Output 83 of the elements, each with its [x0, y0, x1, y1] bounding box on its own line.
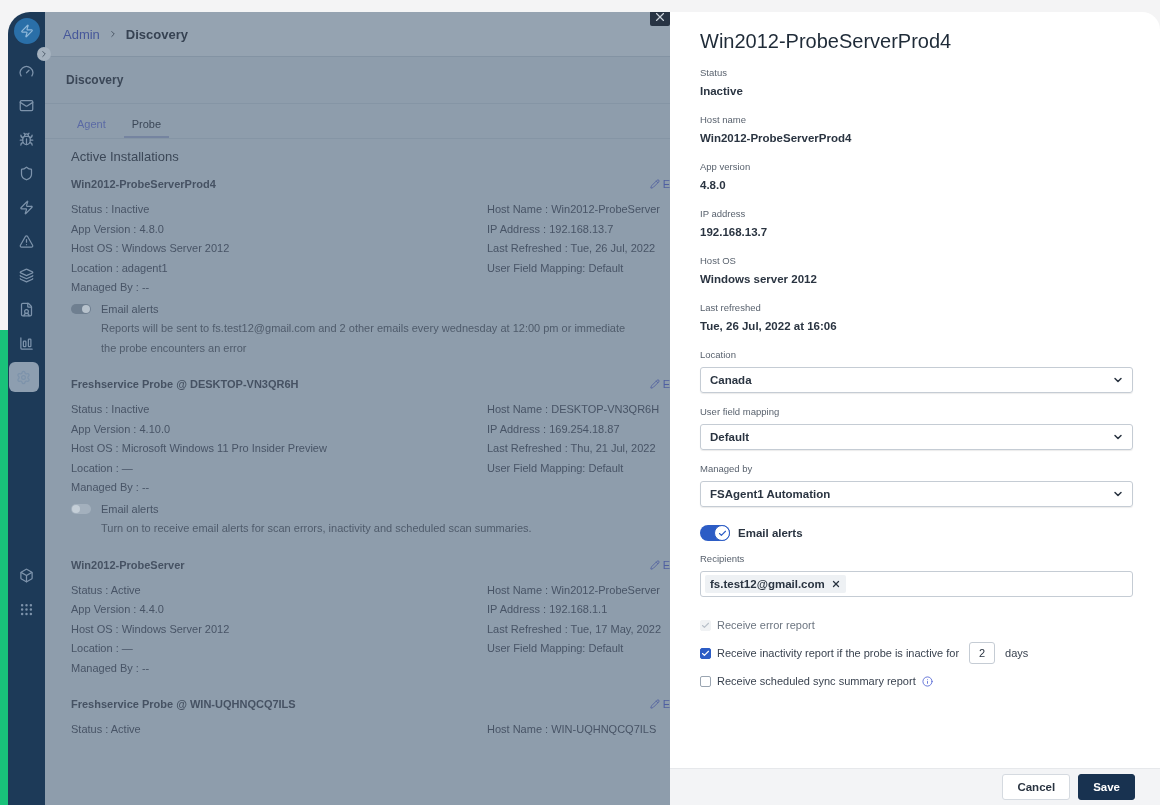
field-value: Tue, 26 Jul, 2022 at 16:06: [700, 320, 838, 332]
installation-name: Win2012-ProbeServerProd4: [71, 178, 216, 190]
checkbox-label: Receive error report: [717, 619, 815, 631]
detail-text: Location : —: [71, 641, 134, 656]
checkbox[interactable]: [700, 675, 711, 687]
save-button[interactable]: Save: [1078, 774, 1135, 800]
field-label: App version: [700, 161, 752, 172]
installation-name: Win2012-ProbeServer: [71, 558, 185, 571]
detail-text: Host Name : Win2012-ProbeServer: [487, 582, 661, 598]
check-icon: [717, 528, 727, 538]
field-value: Win2012-ProbeServerProd4: [700, 132, 853, 144]
email-chip: fs.test12@gmail.com: [705, 575, 846, 593]
field-value: 192.168.13.7: [700, 226, 769, 238]
checkbox-label: Receive inactivity report if the probe is inactive for: [717, 647, 960, 659]
alert-note: Reports will be sent to fs.test12@gmail.com and 2 other emails every wednesday at 12:00 pm or immediate the probe encounters an error: [100, 321, 627, 356]
detail-text: Status : Active: [71, 582, 142, 598]
field-label: Host OS: [700, 255, 737, 266]
toggle-label: Email alerts: [101, 301, 159, 317]
checkbox[interactable]: [700, 647, 711, 659]
field-value: Inactive: [700, 85, 744, 97]
detail-text: Last Refreshed : Tue, 17 May, 2022: [487, 621, 663, 637]
field-label: IP address: [700, 208, 747, 219]
checkbox-label: Receive scheduled sync summary report: [717, 675, 916, 687]
page-title: Discovery: [66, 73, 124, 87]
expand-icon[interactable]: [37, 47, 51, 61]
detail-text: IP Address : 192.168.13.7: [487, 221, 615, 237]
logo-icon: [13, 18, 40, 44]
detail-text: Managed By : --: [71, 660, 151, 676]
detail-text: Location : —: [71, 460, 134, 476]
detail-text: IP Address : 169.254.18.87: [487, 421, 621, 437]
detail-text: Last Refreshed : Thu, 21 Jul, 2022: [487, 441, 657, 456]
installation-name: Freshservice Probe @ WIN-UQHNQCQ7ILS: [71, 698, 296, 710]
settings-icon[interactable]: [8, 362, 39, 392]
field-value: 4.8.0: [700, 179, 727, 191]
tab[interactable]: Probe: [123, 118, 170, 138]
detail-text: App Version : 4.8.0: [71, 221, 165, 237]
detail-text: Location : adagent1: [71, 260, 169, 276]
field-value: Windows server 2012: [700, 273, 818, 285]
detail-text: User Field Mapping: Default: [487, 460, 625, 476]
detail-text: App Version : 4.4.0: [71, 602, 165, 617]
detail-text: Host OS : Microsoft Windows 11 Pro Insider Preview: [71, 441, 328, 456]
detail-text: Host Name : WIN-UQHNQCQ7ILS: [487, 722, 658, 737]
field-label: Last refreshed: [700, 302, 762, 313]
alert-note: Turn on to receive email alerts for scan errors, inactivity and scheduled scan summaries.: [100, 521, 533, 536]
select-field[interactable]: Canada: [700, 367, 1133, 393]
detail-text: App Version : 4.10.0: [71, 421, 172, 437]
detail-text: Host OS : Windows Server 2012: [71, 621, 231, 637]
field-label: Recipients: [700, 553, 746, 564]
detail-text: IP Address : 192.168.1.1: [487, 602, 609, 617]
info-icon[interactable]: [921, 675, 933, 687]
field-label: Status: [700, 67, 728, 78]
detail-text: User Field Mapping: Default: [487, 641, 625, 656]
detail-text: Last Refreshed : Tue, 26 Jul, 2022: [487, 241, 657, 256]
detail-text: Managed By : --: [71, 480, 151, 495]
select-field[interactable]: FSAgent1 Automation: [700, 481, 1133, 507]
toggle-switch[interactable]: [71, 504, 91, 515]
field-label: Location: [700, 349, 737, 360]
toggle-label: Email alerts: [738, 527, 803, 539]
detail-text: Status : Inactive: [71, 402, 151, 417]
select-field[interactable]: Default: [700, 424, 1133, 450]
detail-text: Status : Inactive: [71, 202, 151, 217]
breadcrumb-current: Discovery: [125, 26, 188, 42]
detail-text: Status : Active: [71, 722, 142, 737]
section-title: Active Installations: [70, 148, 180, 164]
toggle-switch[interactable]: [71, 304, 91, 315]
recipients-field[interactable]: fs.test12@gmail.com: [700, 571, 1133, 597]
drawer-title: Win2012-ProbeServerProd4: [700, 30, 953, 53]
close-icon[interactable]: [650, 12, 670, 26]
detail-text: Host OS : Windows Server 2012: [71, 241, 231, 256]
toggle-switch[interactable]: [700, 525, 730, 541]
detail-text: User Field Mapping: Default: [487, 260, 625, 276]
remove-icon[interactable]: [830, 579, 841, 589]
field-label: Host name: [700, 114, 747, 125]
detail-text: Host Name : Win2012-ProbeServer: [487, 202, 661, 217]
installation-name: Freshservice Probe @ DESKTOP-VN3QR6H: [71, 378, 299, 390]
days-label: days: [1005, 647, 1029, 659]
field-label: Managed by: [700, 463, 754, 474]
detail-text: Host Name : DESKTOP-VN3QR6H: [487, 402, 661, 417]
cancel-button[interactable]: Cancel: [1002, 774, 1071, 800]
toggle-label: Email alerts: [101, 501, 159, 517]
days-field[interactable]: 2: [969, 642, 996, 664]
detail-text: Managed By : --: [71, 280, 151, 295]
field-label: User field mapping: [700, 406, 781, 417]
